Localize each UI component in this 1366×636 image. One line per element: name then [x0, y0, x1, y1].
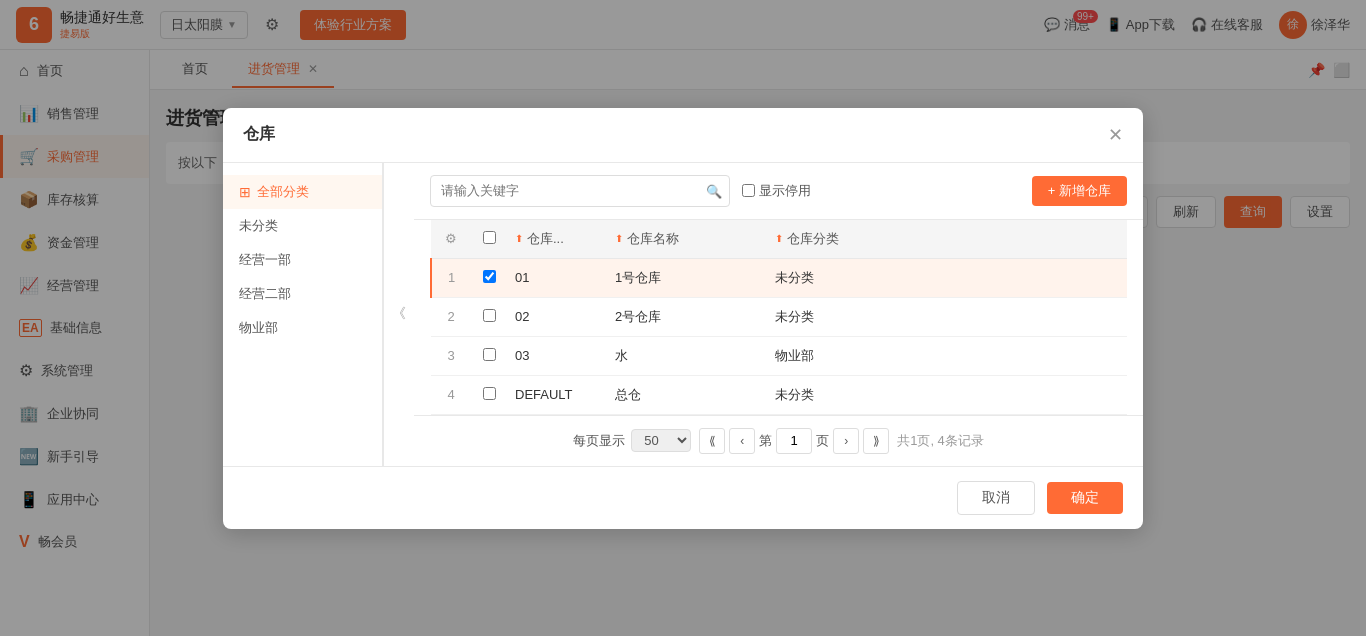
th-name[interactable]: ⬆ 仓库名称 — [607, 220, 767, 259]
cell-num: 2 — [431, 297, 471, 336]
cancel-button[interactable]: 取消 — [957, 481, 1035, 515]
modal-main: 🔍 显示停用 + 新增仓库 ⚙ — [414, 163, 1143, 466]
modal-close-icon[interactable]: ✕ — [1108, 124, 1123, 146]
cell-category: 物业部 — [767, 336, 1127, 375]
th-code[interactable]: ⬆ 仓库... — [507, 220, 607, 259]
cell-num: 1 — [431, 258, 471, 297]
page-size: 每页显示 50 10 20 100 — [573, 429, 691, 452]
category-op2-label: 经营二部 — [239, 285, 291, 303]
warehouse-modal: 仓库 ✕ ⊞ 全部分类 未分类 经营一部 经营二部 — [223, 108, 1143, 529]
modal-header: 仓库 ✕ — [223, 108, 1143, 163]
page-input[interactable] — [776, 428, 812, 454]
table-header-row: ⚙ ⬆ 仓库... — [431, 220, 1127, 259]
th-name-sort: ⬆ 仓库名称 — [615, 230, 759, 248]
cell-category: 未分类 — [767, 297, 1127, 336]
cell-check — [471, 258, 507, 297]
settings-th-icon[interactable]: ⚙ — [445, 231, 457, 246]
table-body: 1 01 1号仓库 未分类 2 02 2号仓库 未分类 3 03 水 物业部 4 — [431, 258, 1127, 414]
search-icon[interactable]: 🔍 — [706, 183, 722, 198]
cell-name: 2号仓库 — [607, 297, 767, 336]
page-prev-button[interactable]: ‹ — [729, 428, 755, 454]
category-property[interactable]: 物业部 — [223, 311, 382, 345]
modal-footer: 取消 确定 — [223, 466, 1143, 529]
cell-category: 未分类 — [767, 375, 1127, 414]
cell-check — [471, 336, 507, 375]
warehouse-table: ⚙ ⬆ 仓库... — [430, 220, 1127, 415]
category-op1-label: 经营一部 — [239, 251, 291, 269]
cell-name: 水 — [607, 336, 767, 375]
warehouse-table-wrap: ⚙ ⬆ 仓库... — [414, 220, 1143, 415]
page-first-button[interactable]: ⟪ — [699, 428, 725, 454]
sidebar-collapse-button[interactable]: 《 — [383, 163, 414, 466]
cell-num: 4 — [431, 375, 471, 414]
page-last-button[interactable]: ⟫ — [863, 428, 889, 454]
grid-icon: ⊞ — [239, 184, 251, 200]
add-warehouse-button[interactable]: + 新增仓库 — [1032, 176, 1127, 206]
row-checkbox[interactable] — [483, 309, 496, 322]
page-next-button[interactable]: › — [833, 428, 859, 454]
modal-toolbar: 🔍 显示停用 + 新增仓库 — [414, 163, 1143, 220]
page-unit: 页 — [816, 432, 829, 450]
search-wrap: 🔍 — [430, 175, 730, 207]
th-code-sort: ⬆ 仓库... — [515, 230, 599, 248]
show-disabled-text: 显示停用 — [759, 182, 811, 200]
modal-category-sidebar: ⊞ 全部分类 未分类 经营一部 经营二部 物业部 — [223, 163, 383, 466]
page-label: 第 — [759, 432, 772, 450]
cell-code: DEFAULT — [507, 375, 607, 414]
category-op2[interactable]: 经营二部 — [223, 277, 382, 311]
cell-num: 3 — [431, 336, 471, 375]
search-input[interactable] — [430, 175, 730, 207]
page-total-info: 共1页, 4条记录 — [897, 432, 984, 450]
th-num: ⚙ — [431, 220, 471, 259]
cell-code: 01 — [507, 258, 607, 297]
category-op1[interactable]: 经营一部 — [223, 243, 382, 277]
th-category-sort: ⬆ 仓库分类 — [775, 230, 1119, 248]
row-checkbox[interactable] — [483, 270, 496, 283]
show-disabled-label: 显示停用 — [742, 182, 811, 200]
cell-code: 03 — [507, 336, 607, 375]
per-page-select[interactable]: 50 10 20 100 — [631, 429, 691, 452]
row-checkbox[interactable] — [483, 387, 496, 400]
modal-overlay: 仓库 ✕ ⊞ 全部分类 未分类 经营一部 经营二部 — [0, 0, 1366, 636]
th-check — [471, 220, 507, 259]
category-all[interactable]: ⊞ 全部分类 — [223, 175, 382, 209]
pagination: 每页显示 50 10 20 100 ⟪ ‹ 第 页 — [414, 415, 1143, 466]
row-checkbox[interactable] — [483, 348, 496, 361]
cell-check — [471, 297, 507, 336]
page-nav: ⟪ ‹ 第 页 › ⟫ — [699, 428, 889, 454]
confirm-button[interactable]: 确定 — [1047, 482, 1123, 514]
cell-category: 未分类 — [767, 258, 1127, 297]
modal-body: ⊞ 全部分类 未分类 经营一部 经营二部 物业部 《 — [223, 163, 1143, 466]
category-all-label: 全部分类 — [257, 183, 309, 201]
select-all-checkbox[interactable] — [483, 231, 496, 244]
cell-name: 总仓 — [607, 375, 767, 414]
per-page-label: 每页显示 — [573, 432, 625, 450]
table-row: 1 01 1号仓库 未分类 — [431, 258, 1127, 297]
category-none[interactable]: 未分类 — [223, 209, 382, 243]
category-none-label: 未分类 — [239, 217, 278, 235]
cell-name: 1号仓库 — [607, 258, 767, 297]
cell-code: 02 — [507, 297, 607, 336]
cell-check — [471, 375, 507, 414]
table-row: 3 03 水 物业部 — [431, 336, 1127, 375]
th-category[interactable]: ⬆ 仓库分类 — [767, 220, 1127, 259]
show-disabled-checkbox[interactable] — [742, 184, 755, 197]
modal-title: 仓库 — [243, 124, 275, 145]
table-row: 4 DEFAULT 总仓 未分类 — [431, 375, 1127, 414]
category-property-label: 物业部 — [239, 319, 278, 337]
table-row: 2 02 2号仓库 未分类 — [431, 297, 1127, 336]
